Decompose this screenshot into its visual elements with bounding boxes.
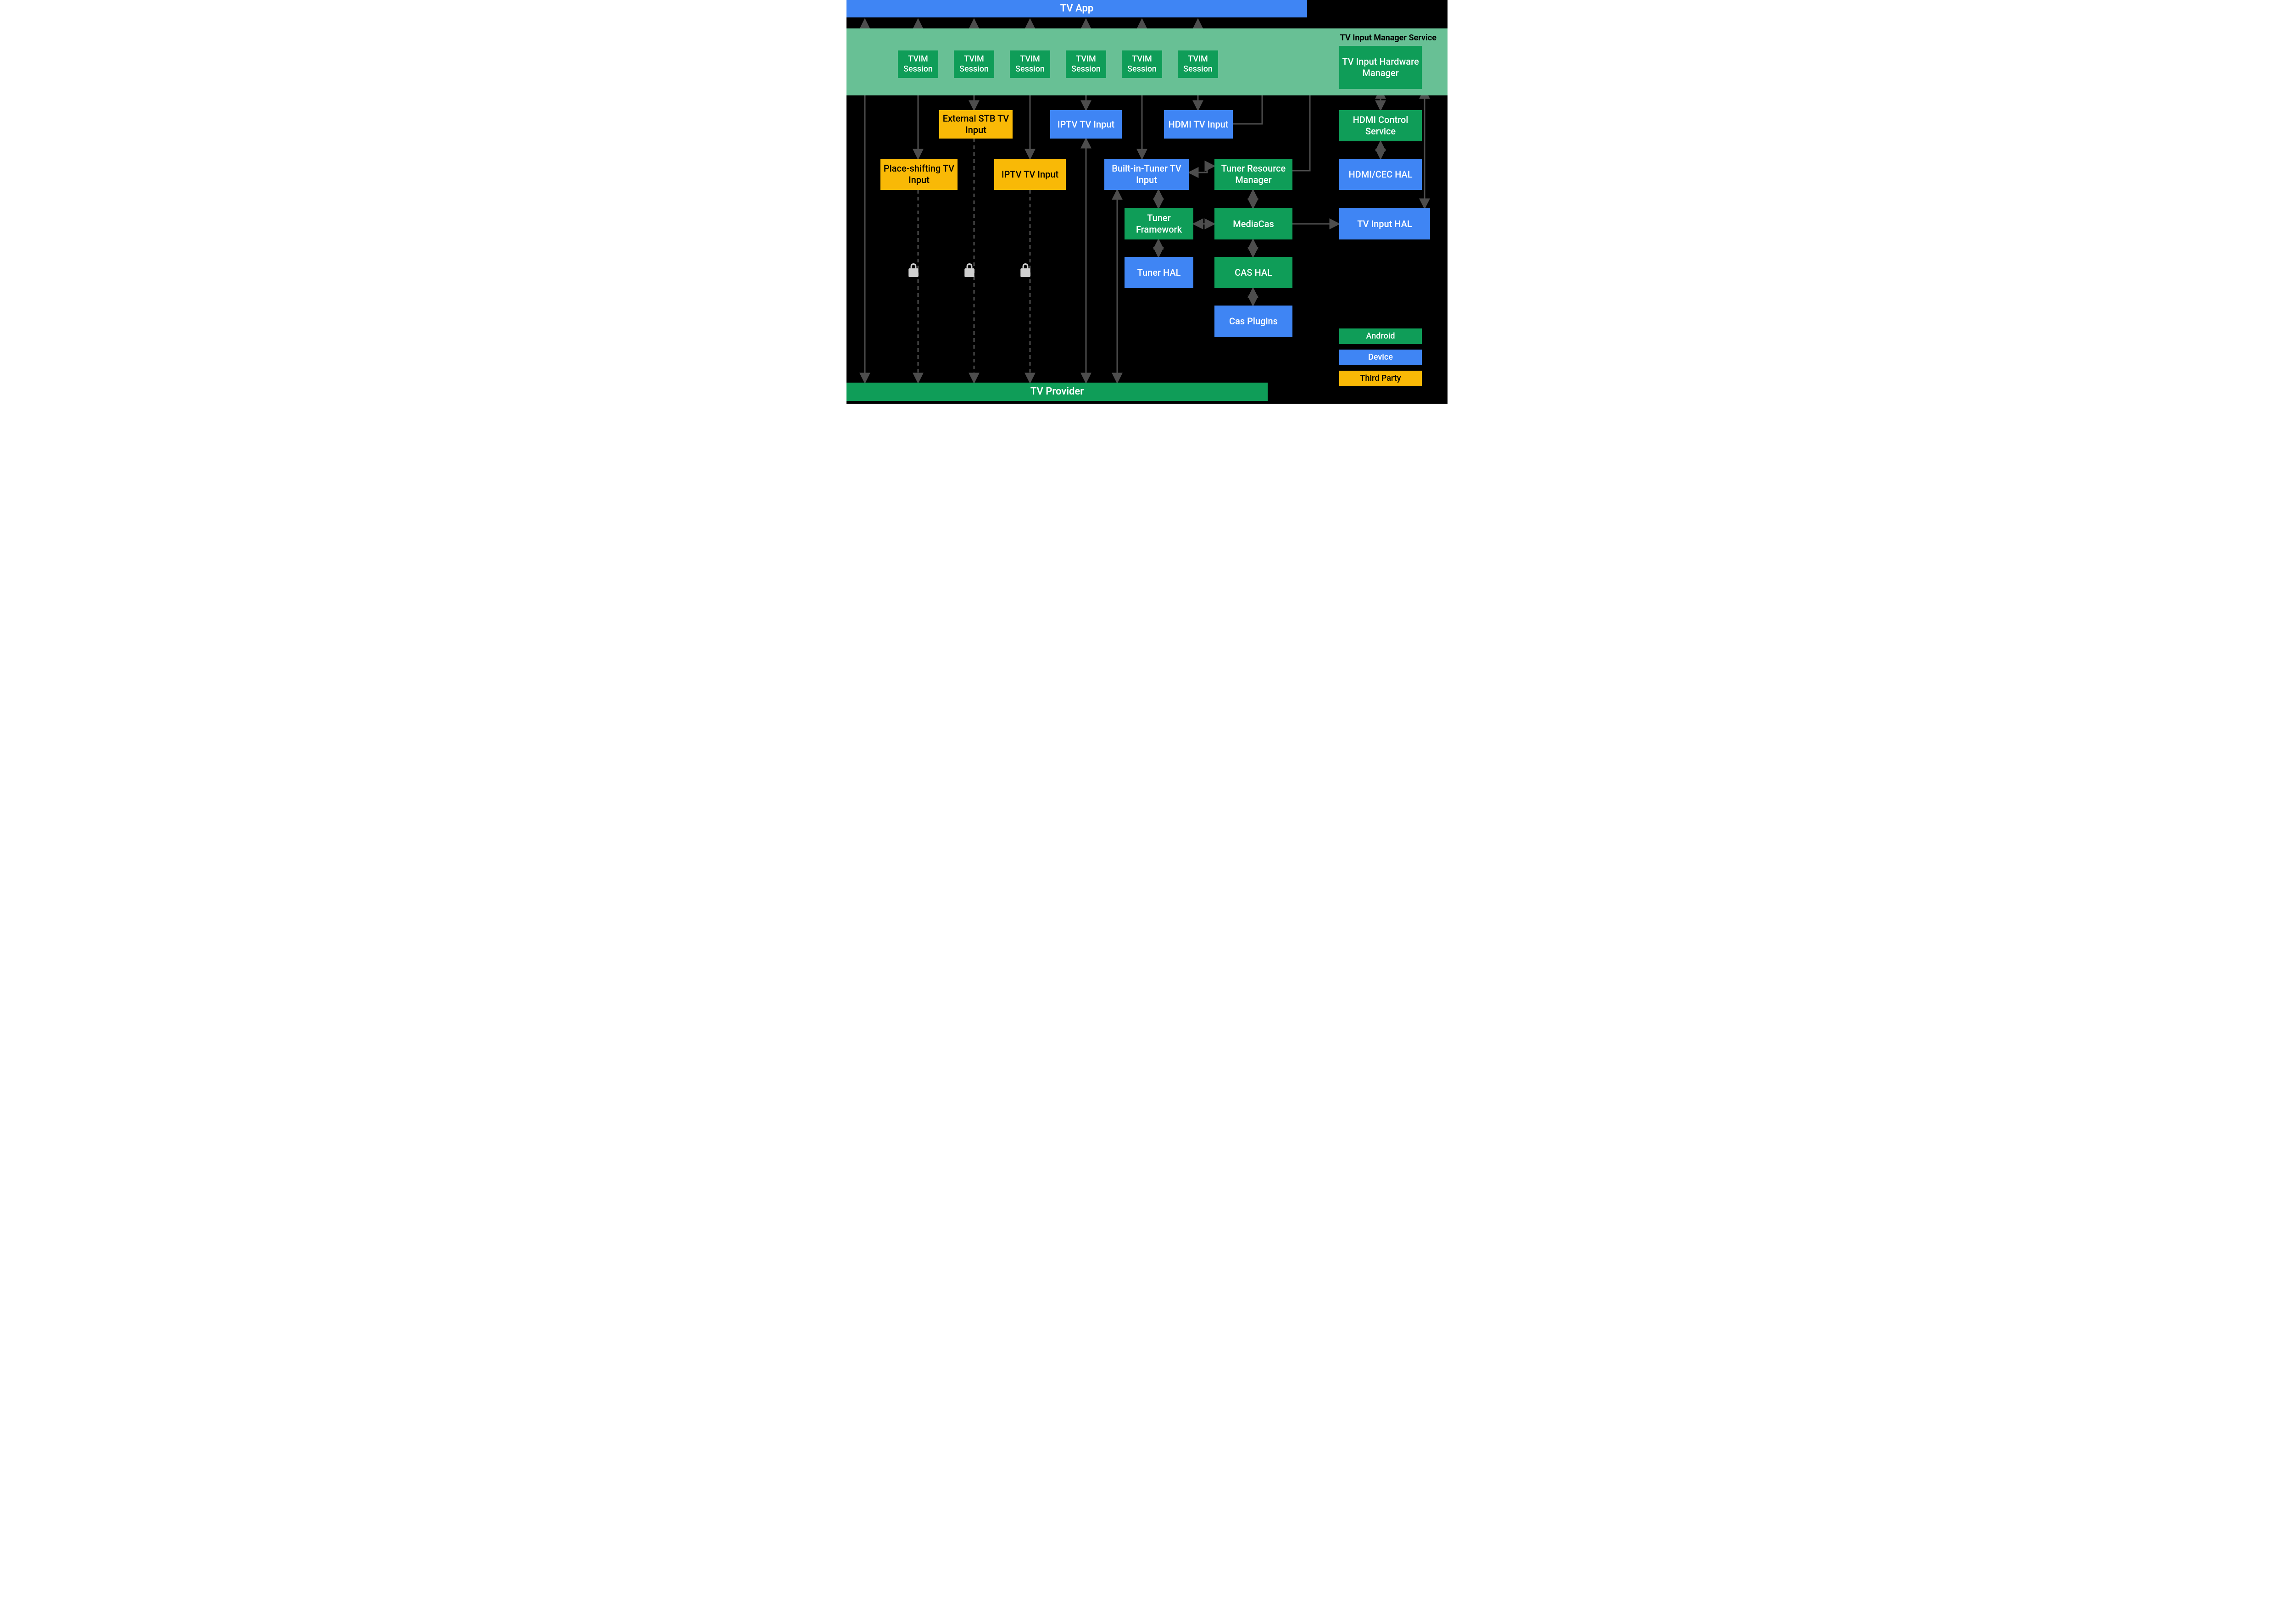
tvim-session-1: TVIM Session [898, 50, 938, 78]
built-in-tuner-tv-input: Built-in-Tuner TV Input [1104, 159, 1189, 190]
tuner-framework: Tuner Framework [1125, 208, 1193, 239]
iptv-tv-input-thirdparty: IPTV TV Input [994, 159, 1066, 190]
hdmi-control-service: HDMI Control Service [1339, 110, 1422, 141]
lock-icon [963, 263, 975, 277]
architecture-diagram: TV App TV Input Manager Service TVIM Ses… [846, 0, 1448, 404]
place-shifting-tv-input: Place-shifting TV Input [880, 159, 958, 190]
lock-icon [1019, 263, 1031, 277]
external-stb-tv-input: External STB TV Input [939, 110, 1013, 139]
tuner-hal: Tuner HAL [1125, 257, 1193, 288]
tvim-session-3: TVIM Session [1010, 50, 1050, 78]
tuner-resource-manager: Tuner Resource Manager [1214, 159, 1292, 190]
tvim-session-5: TVIM Session [1122, 50, 1162, 78]
tv-input-hal: TV Input HAL [1339, 208, 1430, 239]
iptv-tv-input-device: IPTV TV Input [1050, 110, 1122, 139]
mediacas: MediaCas [1214, 208, 1292, 239]
tvim-session-2: TVIM Session [954, 50, 994, 78]
cas-plugins: Cas Plugins [1214, 306, 1292, 337]
tvim-session-6: TVIM Session [1178, 50, 1218, 78]
tv-provider-band: TV Provider [846, 383, 1268, 401]
tims-label: TV Input Manager Service [1340, 33, 1437, 43]
lock-icon [908, 263, 919, 277]
tvim-session-4: TVIM Session [1066, 50, 1106, 78]
legend-third-party: Third Party [1339, 371, 1422, 386]
tv-input-hardware-manager: TV Input Hardware Manager [1339, 46, 1422, 89]
tv-app-band: TV App [846, 0, 1307, 17]
hdmi-cec-hal: HDMI/CEC HAL [1339, 159, 1422, 190]
legend-android: Android [1339, 328, 1422, 344]
cas-hal: CAS HAL [1214, 257, 1292, 288]
legend-device: Device [1339, 350, 1422, 365]
hdmi-tv-input: HDMI TV Input [1164, 110, 1233, 139]
